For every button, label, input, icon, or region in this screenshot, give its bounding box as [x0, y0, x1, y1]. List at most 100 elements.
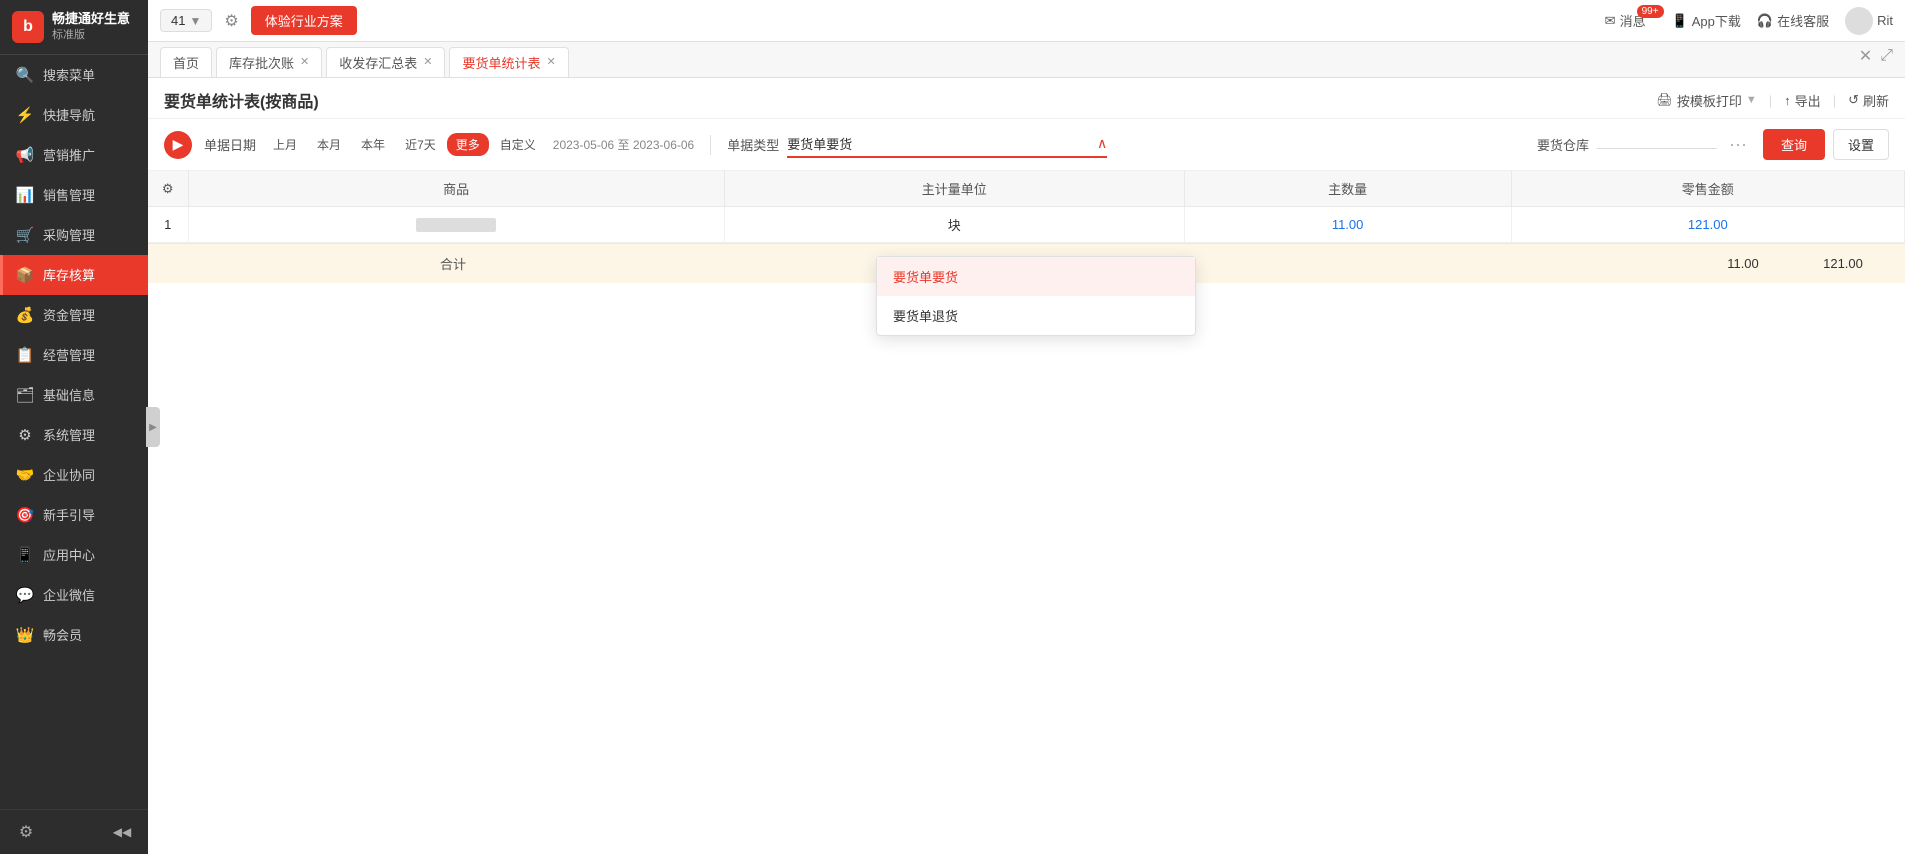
message-badge: 99+ — [1637, 5, 1664, 18]
tab-inventory-batch-close[interactable]: ✕ — [300, 57, 309, 68]
row-amount: 121.00 — [1511, 207, 1904, 243]
main-area: 41 ▼ ⚙ 体验行业方案 ✉ 消息 99+ 📱 App下载 🎧 在线客服 R — [148, 0, 1905, 854]
tab-order-stats-close[interactable]: ✕ — [547, 57, 556, 68]
refresh-label: 刷新 — [1863, 91, 1889, 110]
sidebar-collapse-icon[interactable]: ◀◀ — [108, 818, 136, 846]
sidebar-item-inventory[interactable]: 📦 库存核算 — [0, 255, 148, 295]
workspace-id-display: 41 ▼ — [160, 9, 212, 32]
operations-icon: 📋 — [15, 345, 35, 365]
date-btn-last-month[interactable]: 上月 — [264, 132, 306, 157]
sidebar-item-enterprise[interactable]: 🤝 企业协同 — [0, 455, 148, 495]
date-filter-label: 单据日期 — [204, 135, 256, 154]
logo-text: 畅捷通好生意 标准版 — [52, 10, 130, 44]
filter-settings-btn[interactable]: 设置 — [1833, 129, 1889, 160]
date-btn-last-7-days[interactable]: 近7天 — [396, 132, 445, 157]
export-btn[interactable]: ↑ 导出 — [1784, 91, 1821, 110]
tab-receive-summary[interactable]: 收发存汇总表 ✕ — [326, 47, 445, 77]
tab-close-all-btn[interactable]: ✕ — [1859, 46, 1872, 66]
date-btn-this-year[interactable]: 本年 — [352, 132, 394, 157]
order-type-select-box[interactable]: ∧ — [787, 131, 1107, 158]
sidebar-settings-icon[interactable]: ⚙ — [12, 818, 40, 846]
tab-order-stats-label: 要货单统计表 — [462, 53, 540, 72]
col-settings[interactable]: ⚙ — [148, 171, 188, 207]
refresh-btn[interactable]: ↺ 刷新 — [1848, 91, 1889, 110]
warehouse-label: 要货仓库 — [1537, 135, 1589, 154]
user-profile[interactable]: Rit — [1845, 7, 1893, 35]
sidebar-item-guide[interactable]: 🎯 新手引导 — [0, 495, 148, 535]
quick-nav-icon: ⚡ — [15, 105, 35, 125]
sidebar-item-sales[interactable]: 📊 销售管理 — [0, 175, 148, 215]
sidebar-item-system[interactable]: ⚙ 系统管理 — [0, 415, 148, 455]
sidebar-item-app-center-label: 应用中心 — [43, 545, 95, 564]
sidebar-item-search-label: 搜索菜单 — [43, 65, 95, 84]
tab-expand-btn[interactable]: ⤢ — [1880, 47, 1893, 65]
date-quick-btns: 上月 本月 本年 近7天 更多 自定义 — [264, 132, 545, 157]
page-actions: 🖨 按模板打印 ▼ | ↑ 导出 | ↺ 刷新 — [1656, 91, 1889, 110]
dropdown-item-order-return-label: 要货单退货 — [893, 309, 958, 324]
sidebar-item-basic-info[interactable]: 🗂 基础信息 — [0, 375, 148, 415]
print-icon: 🖨 — [1656, 92, 1673, 108]
date-range-display: 2023-05-06 至 2023-06-06 — [553, 136, 694, 153]
search-icon: 🔍 — [15, 65, 35, 85]
tab-receive-summary-label: 收发存汇总表 — [339, 53, 417, 72]
order-type-chevron-icon[interactable]: ∧ — [1097, 135, 1107, 152]
sidebar-item-app-center[interactable]: 📱 应用中心 — [0, 535, 148, 575]
col-qty: 主数量 — [1184, 171, 1511, 207]
sidebar-item-finance-label: 资金管理 — [43, 305, 95, 324]
sidebar-item-member[interactable]: 👑 畅会员 — [0, 615, 148, 655]
page-title: 要货单统计表(按商品) — [164, 88, 319, 112]
filter-bar: ▶ 单据日期 上月 本月 本年 近7天 更多 自定义 2023-05-06 至 … — [148, 119, 1905, 171]
date-btn-more[interactable]: 更多 — [447, 133, 489, 156]
row-no: 1 — [148, 207, 188, 243]
topbar-left: 41 ▼ ⚙ 体验行业方案 — [160, 6, 357, 35]
tab-inventory-batch[interactable]: 库存批次账 ✕ — [216, 47, 322, 77]
sidebar-item-enterprise-label: 企业协同 — [43, 465, 95, 484]
sidebar-toggle-btn[interactable]: ▶ — [146, 407, 160, 447]
topbar-settings-icon[interactable]: ⚙ — [220, 7, 242, 35]
sidebar-item-inventory-label: 库存核算 — [43, 265, 95, 284]
app-download-btn[interactable]: 📱 App下载 — [1672, 11, 1741, 30]
filter-more-icon[interactable]: ··· — [1729, 134, 1747, 155]
app-logo: b 畅捷通好生意 标准版 — [0, 0, 148, 55]
sidebar-item-operations[interactable]: 📋 经营管理 — [0, 335, 148, 375]
footer-values: 11.00 121.00 — [1693, 256, 1893, 271]
dropdown-item-order-return[interactable]: 要货单退货 — [877, 296, 1195, 335]
date-btn-this-month[interactable]: 本月 — [308, 132, 350, 157]
sidebar-item-guide-label: 新手引导 — [43, 505, 95, 524]
message-btn[interactable]: ✉ 消息 99+ — [1605, 11, 1656, 30]
sidebar-item-operations-label: 经营管理 — [43, 345, 95, 364]
sidebar-item-wechat[interactable]: 💬 企业微信 — [0, 575, 148, 615]
content: 要货单统计表(按商品) 🖨 按模板打印 ▼ | ↑ 导出 | ↺ 刷新 — [148, 78, 1905, 854]
print-template-label: 按模板打印 — [1677, 91, 1742, 110]
print-dropdown-icon[interactable]: ▼ — [1746, 94, 1757, 106]
export-label: 导出 — [1795, 91, 1821, 110]
order-type-input[interactable] — [787, 136, 1097, 151]
tab-home[interactable]: 首页 — [160, 47, 212, 77]
filter-divider-1 — [710, 135, 711, 155]
sidebar-item-marketing[interactable]: 📢 营销推广 — [0, 135, 148, 175]
purchase-icon: 🛒 — [15, 225, 35, 245]
sidebar-item-quick-nav-label: 快捷导航 — [43, 105, 95, 124]
sidebar-item-finance[interactable]: 💰 资金管理 — [0, 295, 148, 335]
sidebar-item-quick-nav[interactable]: ⚡ 快捷导航 — [0, 95, 148, 135]
basic-info-icon: 🗂 — [15, 385, 35, 405]
trial-btn[interactable]: 体验行业方案 — [251, 6, 357, 35]
online-service-icon: 🎧 — [1757, 13, 1773, 29]
col-goods: 商品 — [188, 171, 724, 207]
filter-expand-btn[interactable]: ▶ — [164, 131, 192, 159]
sidebar-item-purchase[interactable]: 🛒 采购管理 — [0, 215, 148, 255]
dropdown-item-order-goods[interactable]: 要货单要货 — [877, 257, 1195, 296]
footer-amount: 121.00 — [1793, 256, 1893, 271]
tabbar-actions: ✕ ⤢ — [1859, 46, 1893, 66]
sidebar-item-search[interactable]: 🔍 搜索菜单 — [0, 55, 148, 95]
page-header: 要货单统计表(按商品) 🖨 按模板打印 ▼ | ↑ 导出 | ↺ 刷新 — [148, 78, 1905, 119]
tab-receive-summary-close[interactable]: ✕ — [423, 57, 432, 68]
workspace-id-chevron[interactable]: ▼ — [189, 14, 201, 28]
tab-order-stats[interactable]: 要货单统计表 ✕ — [449, 47, 568, 77]
warehouse-select-box[interactable] — [1597, 140, 1717, 149]
tab-inventory-batch-label: 库存批次账 — [229, 53, 294, 72]
online-service-btn[interactable]: 🎧 在线客服 — [1757, 11, 1829, 30]
date-btn-custom[interactable]: 自定义 — [491, 132, 545, 157]
print-template-btn[interactable]: 🖨 按模板打印 ▼ — [1656, 91, 1756, 110]
query-btn[interactable]: 查询 — [1763, 129, 1825, 160]
